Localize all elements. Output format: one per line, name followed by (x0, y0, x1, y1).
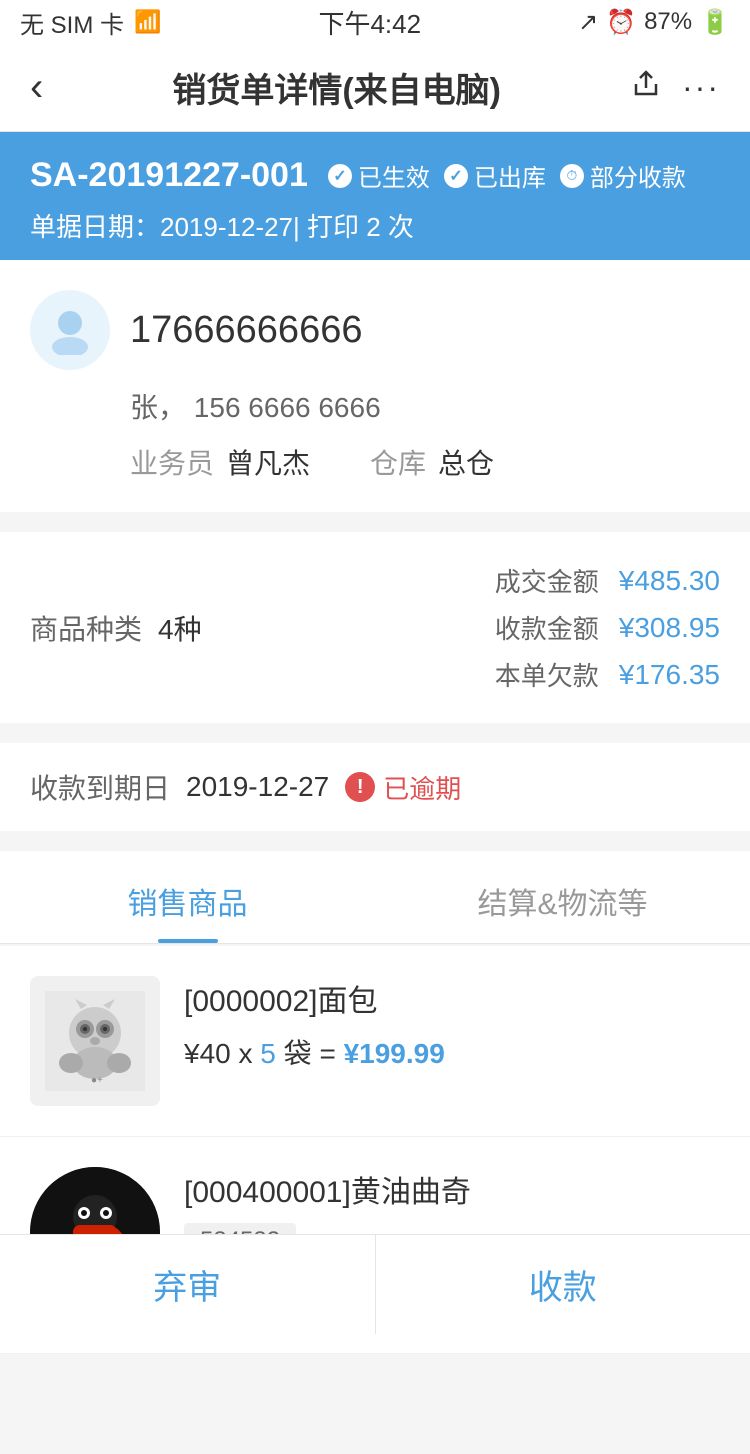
wifi-icon: 📶 (134, 9, 161, 35)
tabs-section: 销售商品 结算&物流等 (0, 851, 750, 944)
status-left: 无 SIM 卡 📶 (20, 5, 161, 40)
share-icon[interactable] (630, 68, 662, 108)
nav-bar: ‹ 销货单详情(来自电脑) ··· (0, 44, 750, 132)
stats-left: 商品种类 4种 (30, 562, 202, 693)
meta-warehouse: 仓库 总仓 (370, 442, 494, 482)
customer-section: 17666666666 张， 156 6666 6666 业务员 曾凡杰 仓库 … (0, 260, 750, 512)
tag-effective: ✓ 已生效 (328, 158, 430, 193)
customer-meta: 业务员 曾凡杰 仓库 总仓 (30, 442, 720, 482)
tag-partial-receipt: ⏱ 部分收款 (560, 158, 686, 193)
receipt-button[interactable]: 收款 (376, 1235, 750, 1334)
product-name-2: [000400001]黄油曲奇 (184, 1167, 720, 1211)
clock-icon: ⏱ (560, 164, 584, 188)
bottom-bar: 弃审 收款 (0, 1234, 750, 1334)
status-time: 下午4:42 (318, 4, 421, 41)
overdue-badge: ! 已逾期 (345, 769, 461, 806)
more-icon[interactable]: ··· (682, 69, 720, 106)
header-banner: SA-20191227-001 ✓ 已生效 ✓ 已出库 ⏱ 部分收款 (0, 132, 750, 260)
location-icon: ↗ (578, 8, 598, 37)
order-id: SA-20191227-001 (30, 156, 308, 195)
due-section: 收款到期日 2019-12-27 ! 已逾期 (0, 743, 750, 831)
stats-section: 商品种类 4种 成交金额 ¥485.30 收款金额 ¥308.95 本单欠款 ¥… (0, 532, 750, 723)
battery-text: 87% (644, 8, 692, 36)
alarm-icon: ⏰ (606, 8, 636, 37)
product-price-1: ¥40 x 5 袋 = ¥199.99 (184, 1032, 720, 1072)
back-button[interactable]: ‹ (30, 65, 43, 110)
banner-top: SA-20191227-001 ✓ 已生效 ✓ 已出库 ⏱ 部分收款 (30, 156, 720, 195)
check-icon-1: ✓ (328, 164, 352, 188)
product-name-1: [0000002]面包 (184, 976, 720, 1020)
stat-deal-amount: 成交金额 ¥485.30 (459, 562, 720, 599)
carrier-text: 无 SIM 卡 (20, 5, 124, 40)
abandon-review-button[interactable]: 弃审 (0, 1235, 376, 1334)
product-info-1: [0000002]面包 ¥40 x 5 袋 = ¥199.99 (184, 976, 720, 1072)
overdue-icon: ! (345, 772, 375, 802)
stat-receipt-amount: 收款金额 ¥308.95 (459, 609, 720, 646)
tab-sales-products[interactable]: 销售商品 (0, 851, 375, 943)
product-qty-1: 5 (260, 1038, 276, 1069)
banner-date: 单据日期：2019-12-27| 打印 2 次 (30, 207, 720, 244)
stats-right: 成交金额 ¥485.30 收款金额 ¥308.95 本单欠款 ¥176.35 (459, 562, 720, 693)
check-icon-2: ✓ (444, 164, 468, 188)
status-right: ↗ ⏰ 87% 🔋 (578, 8, 730, 37)
svg-text:●+: ●+ (91, 1075, 103, 1086)
tab-settlement[interactable]: 结算&物流等 (375, 851, 750, 943)
tag-shipped: ✓ 已出库 (444, 158, 546, 193)
customer-avatar (30, 290, 110, 370)
meta-sales: 业务员 曾凡杰 (130, 442, 310, 482)
nav-icons: ··· (630, 68, 720, 108)
product-item-1: ●+ [0000002]面包 ¥40 x 5 袋 = ¥199.99 (0, 946, 750, 1137)
product-total-1: ¥199.99 (344, 1038, 445, 1069)
customer-top: 17666666666 (30, 290, 720, 370)
stat-debt-amount: 本单欠款 ¥176.35 (459, 656, 720, 693)
banner-tags: ✓ 已生效 ✓ 已出库 ⏱ 部分收款 (328, 158, 686, 193)
nav-title: 销货单详情(来自电脑) (172, 63, 501, 112)
status-bar: 无 SIM 卡 📶 下午4:42 ↗ ⏰ 87% 🔋 (0, 0, 750, 44)
customer-sub: 张， 156 6666 6666 (30, 386, 720, 426)
battery-icon: 🔋 (700, 8, 730, 37)
product-image-1: ●+ (30, 976, 160, 1106)
customer-phone: 17666666666 (130, 309, 362, 352)
tabs-header: 销售商品 结算&物流等 (0, 851, 750, 944)
